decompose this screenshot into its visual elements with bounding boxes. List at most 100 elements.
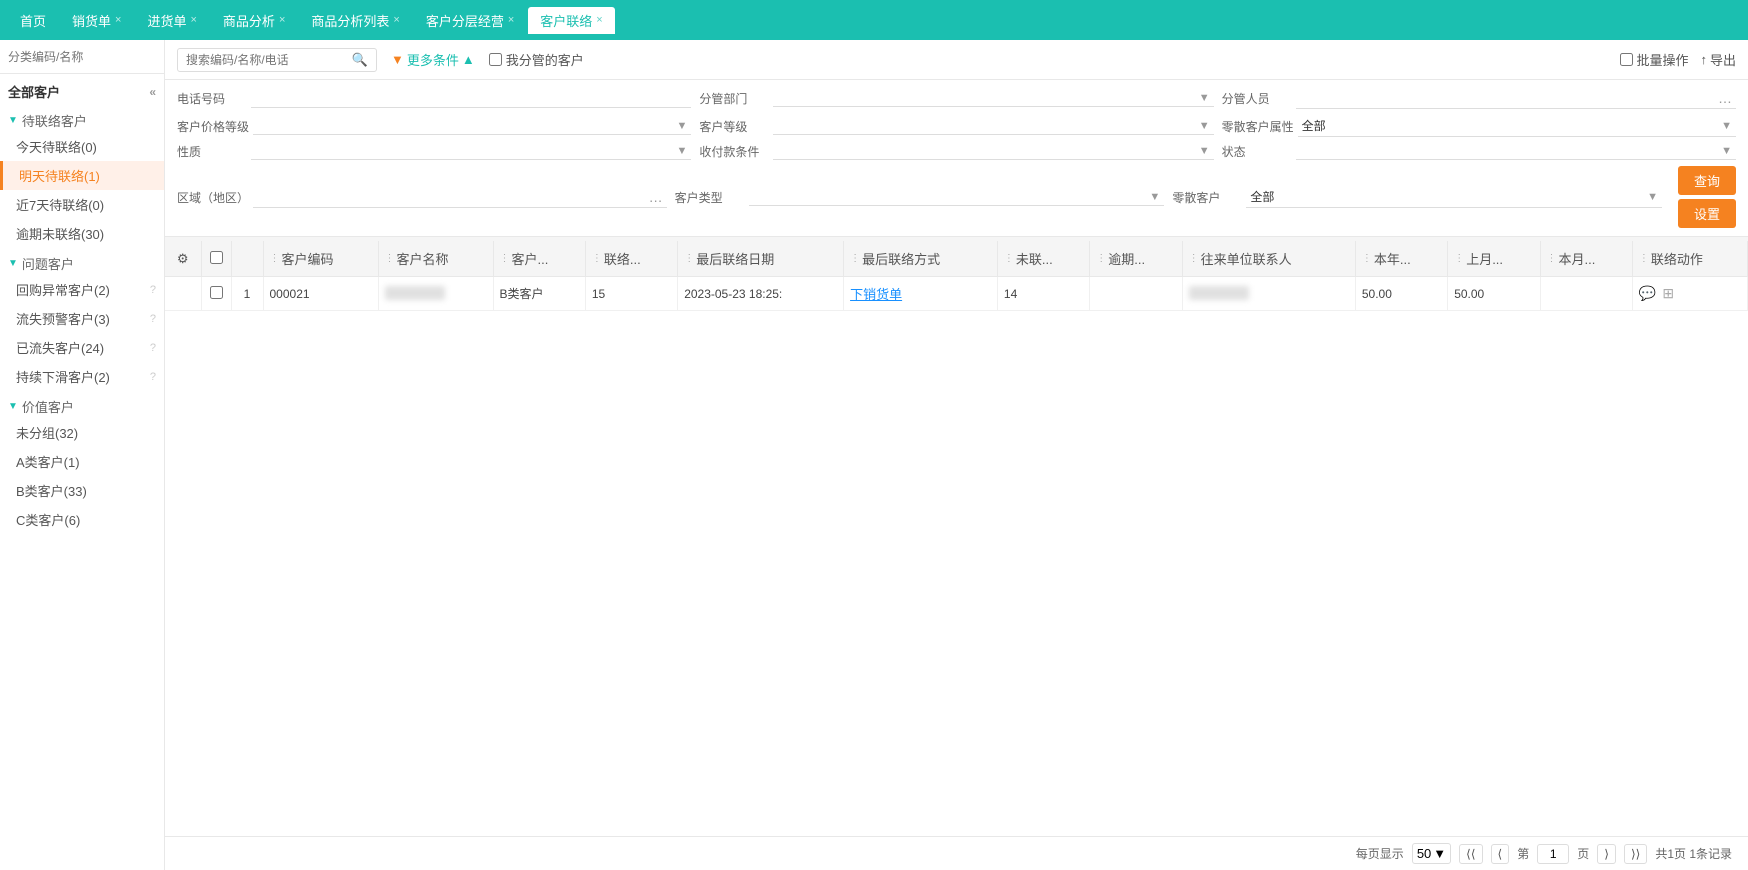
sort-icon-contacts[interactable]: ⋮ (592, 253, 602, 264)
filter-select-2-0[interactable]: ▼ (251, 143, 691, 160)
col-header-unitContact: ⋮往来单位联系人 (1182, 241, 1355, 277)
nav-item-进货单[interactable]: 进货单× (135, 7, 208, 34)
sidebar-item-2-0[interactable]: 未分组(32) (0, 418, 164, 447)
col-header-name: ⋮客户名称 (378, 241, 493, 277)
sidebar-item-2-3[interactable]: C类客户(6) (0, 505, 164, 534)
filter-input-0-0[interactable] (255, 91, 687, 105)
sort-icon-type[interactable]: ⋮ (500, 253, 510, 264)
sort-icon-thisMonth[interactable]: ⋮ (1547, 253, 1557, 264)
nav-close-客户分层经营[interactable]: × (508, 14, 514, 26)
select-arrow-3-2: ▼ (1647, 191, 1658, 203)
row-code-0: 000021 (263, 277, 378, 311)
nav-item-首页[interactable]: 首页 (8, 7, 58, 34)
batch-op-button[interactable]: 批量操作 (1620, 50, 1688, 69)
more-conditions-button[interactable]: ▼ 更多条件 ▲ (385, 46, 481, 73)
sidebar-item-2-2[interactable]: B类客户(33) (0, 476, 164, 505)
last-page-button[interactable]: ⟩⟩ (1624, 844, 1647, 864)
export-button[interactable]: ↑ 导出 (1700, 50, 1736, 69)
row-last-way-0[interactable]: 下销货单 (844, 277, 998, 311)
sort-icon-lastDate[interactable]: ⋮ (684, 253, 694, 264)
filter-dots-input-0-2[interactable] (1300, 91, 1714, 105)
col-label-lastWay: 最后联络方式 (862, 249, 940, 268)
sort-icon-thisYear[interactable]: ⋮ (1362, 253, 1372, 264)
gear-icon[interactable]: ⚙ (177, 251, 189, 266)
row-num-0: 1 (231, 277, 263, 311)
sort-icon-action[interactable]: ⋮ (1639, 253, 1649, 264)
sidebar-item-0-2[interactable]: 近7天待联络(0) (0, 190, 164, 219)
nav-close-商品分析[interactable]: × (279, 14, 285, 26)
nav-item-商品分析[interactable]: 商品分析× (211, 7, 297, 34)
nav-item-商品分析列表[interactable]: 商品分析列表× (299, 7, 411, 34)
filter-field-1-0: 客户价格等级▼ (177, 118, 691, 135)
export-icon: ↑ (1700, 52, 1707, 67)
nav-item-客户分层经营[interactable]: 客户分层经营× (414, 7, 526, 34)
sort-icon-unitContact[interactable]: ⋮ (1189, 253, 1199, 264)
sort-icon-lastWay[interactable]: ⋮ (850, 253, 860, 264)
my-customers-checkbox[interactable]: 我分管的客户 (489, 50, 584, 69)
filter-select-2-2[interactable]: ▼ (1296, 143, 1736, 160)
nav-close-进货单[interactable]: × (190, 14, 196, 26)
filter-select-3-2[interactable]: 全部▼ (1246, 186, 1662, 208)
filter-field-1-1: 客户等级▼ (699, 118, 1213, 135)
col-header-gear[interactable]: ⚙ (165, 241, 201, 277)
sidebar-item-1-0[interactable]: 回购异常客户(2)? (0, 275, 164, 304)
filter-select-2-1[interactable]: ▼ (773, 143, 1213, 160)
sort-icon-notLinked[interactable]: ⋮ (1004, 253, 1014, 264)
next-page-button[interactable]: ⟩ (1597, 844, 1616, 864)
nav-item-销货单[interactable]: 销货单× (60, 7, 133, 34)
help-icon-1-3: ? (150, 371, 156, 383)
prev-page-button[interactable]: ⟨ (1491, 844, 1510, 864)
filter-select-0-1[interactable]: ▼ (773, 90, 1213, 107)
sidebar-item-0-0[interactable]: 今天待联络(0) (0, 132, 164, 161)
sort-icon-lastMonth[interactable]: ⋮ (1454, 253, 1464, 264)
sidebar-group-title-2[interactable]: ▼价值客户 (0, 391, 164, 418)
grid-action-icon-0[interactable]: ⊞ (1662, 285, 1674, 302)
filter-select-1-1[interactable]: ▼ (773, 118, 1213, 135)
filter-dots-3-0[interactable]: … (649, 189, 663, 205)
sidebar-all-customers-label: 全部客户 (8, 82, 60, 101)
nav-close-销货单[interactable]: × (115, 14, 121, 26)
sidebar-item-1-1[interactable]: 流失预警客户(3)? (0, 304, 164, 333)
sidebar-item-0-1[interactable]: 明天待联络(1) (0, 161, 164, 190)
set-button[interactable]: 设置 (1678, 199, 1736, 228)
select-all-checkbox[interactable] (210, 251, 223, 264)
sidebar-all-customers[interactable]: 全部客户 « (0, 74, 164, 105)
nav-item-客户联络[interactable]: 客户联络× (528, 7, 614, 34)
filter-select-1-2[interactable]: 全部▼ (1298, 115, 1736, 137)
sort-icon-code[interactable]: ⋮ (270, 253, 280, 264)
filter-dots-0-2[interactable]: … (1718, 90, 1732, 106)
filter-select-3-1[interactable]: ▼ (749, 189, 1165, 206)
select-arrow-0-1: ▼ (1199, 92, 1210, 104)
my-customers-checkbox-input[interactable] (489, 53, 502, 66)
sidebar-group-title-1[interactable]: ▼问题客户 (0, 248, 164, 275)
sidebar-collapse-icon[interactable]: « (149, 85, 156, 99)
page-size-select[interactable]: 50 ▼ (1412, 843, 1451, 864)
nav-close-客户联络[interactable]: × (596, 14, 602, 26)
sidebar-item-1-2[interactable]: 已流失客户(24)? (0, 333, 164, 362)
sidebar-group-title-0[interactable]: ▼待联络客户 (0, 105, 164, 132)
row-checkbox-0[interactable] (210, 286, 223, 299)
filter-dots-input-3-0[interactable] (257, 190, 645, 204)
filter-label-0-0: 电话号码 (177, 90, 247, 107)
content-area: 🔍 ▼ 更多条件 ▲ 我分管的客户 批量操作 ↑ 导出 (165, 40, 1748, 870)
sidebar-item-1-3[interactable]: 持续下滑客户(2)? (0, 362, 164, 391)
nav-close-商品分析列表[interactable]: × (393, 14, 399, 26)
sort-icon-name[interactable]: ⋮ (385, 253, 395, 264)
sidebar-item-2-1[interactable]: A类客户(1) (0, 447, 164, 476)
chat-action-icon-0[interactable]: 💬 (1639, 285, 1656, 302)
col-label-thisMonth: 本月... (1559, 249, 1596, 268)
col-label-contacts: 联络... (604, 249, 641, 268)
filter-field-0-2: 分管人员… (1222, 88, 1736, 109)
filter-search-input[interactable] (186, 53, 348, 67)
sidebar-item-0-3[interactable]: 逾期未联络(30) (0, 219, 164, 248)
filter-label-1-1: 客户等级 (699, 118, 769, 135)
first-page-button[interactable]: ⟨⟨ (1459, 844, 1482, 864)
sidebar-search-input[interactable] (8, 50, 163, 64)
page-number-input[interactable] (1537, 844, 1569, 864)
filter-search-icon[interactable]: 🔍 (352, 52, 368, 68)
filter-select-1-0[interactable]: ▼ (253, 118, 691, 135)
query-button[interactable]: 查询 (1678, 166, 1736, 195)
sort-icon-overdue[interactable]: ⋮ (1096, 253, 1106, 264)
batch-op-checkbox[interactable] (1620, 53, 1633, 66)
col-header-action: ⋮联络动作 (1632, 241, 1747, 277)
